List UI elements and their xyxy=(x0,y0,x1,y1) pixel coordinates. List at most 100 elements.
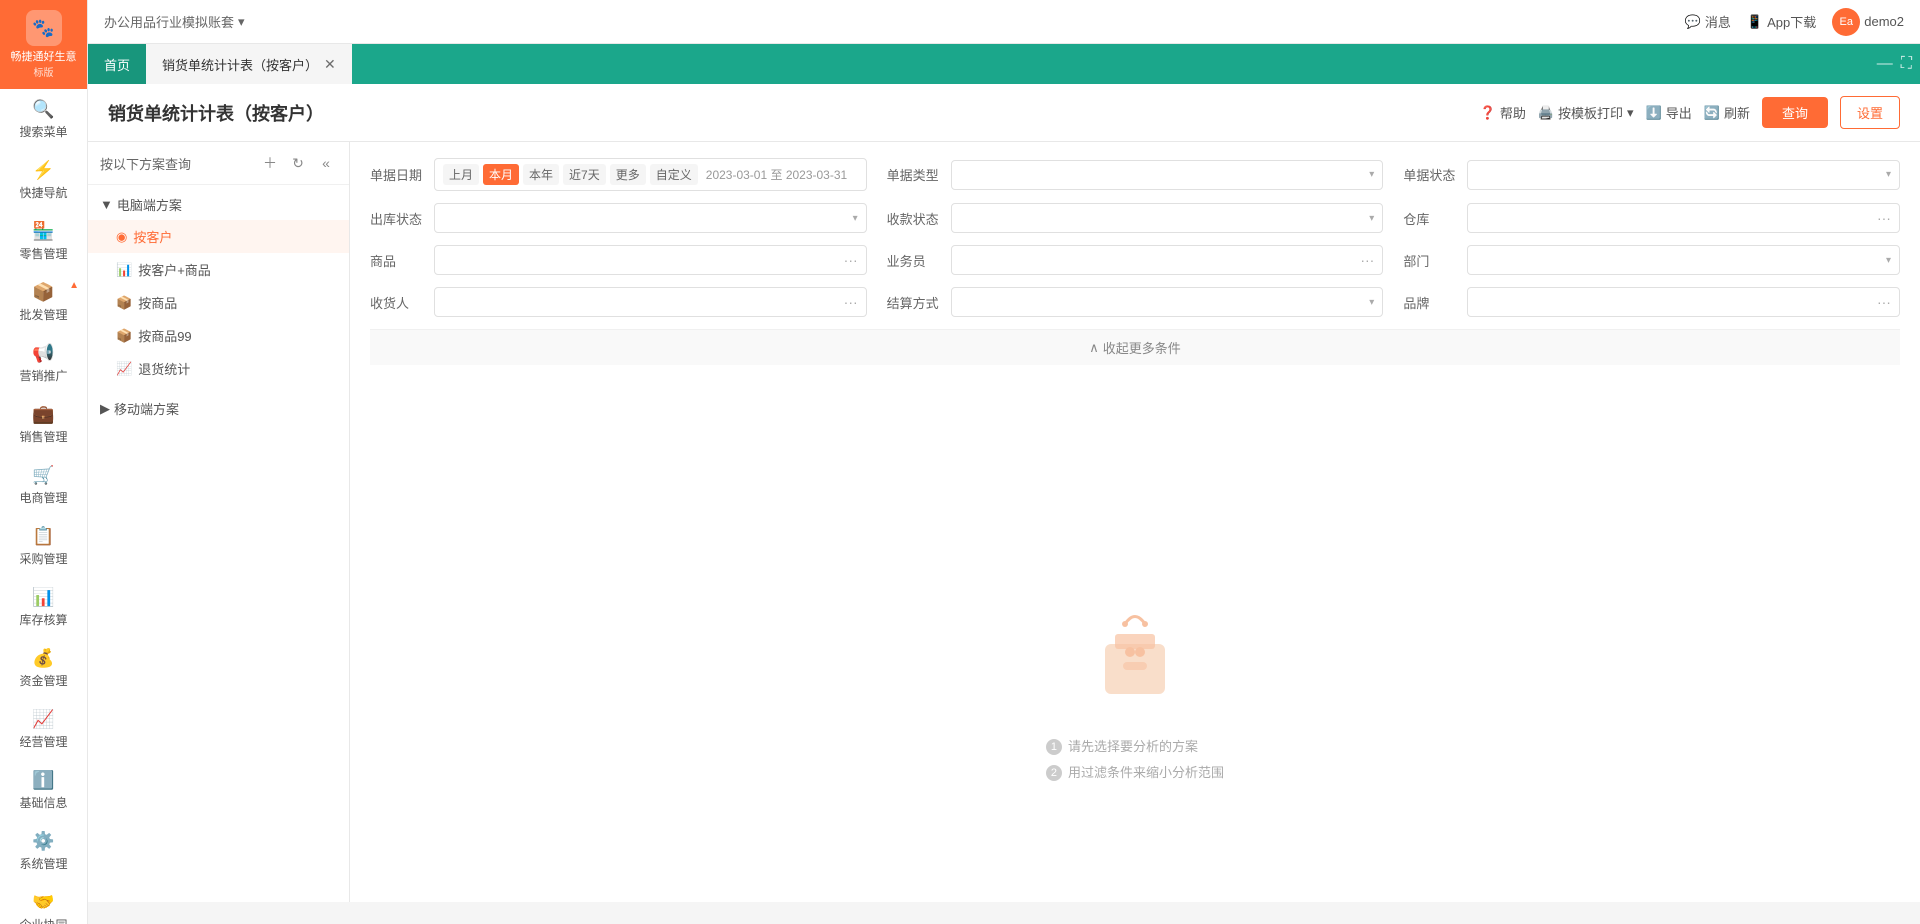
scheme-collapse-btn[interactable]: « xyxy=(315,152,337,174)
scheme-header-title: 按以下方案查询 xyxy=(100,154,191,173)
sidebar-item-purchase[interactable]: 📋 采购管理 xyxy=(0,516,87,577)
query-btn[interactable]: 查询 xyxy=(1762,97,1828,128)
message-icon: 💬 xyxy=(1685,14,1701,30)
sidebar-item-system[interactable]: ⚙️ 系统管理 xyxy=(0,821,87,882)
sidebar-nav[interactable]: ⚡ 快捷导航 xyxy=(0,150,87,211)
app-download-icon: 📱 xyxy=(1747,14,1763,30)
dept-label: 部门 xyxy=(1403,251,1459,270)
sidebar-item-retail[interactable]: 🏪 零售管理 xyxy=(0,211,87,272)
staff-inner: ··· xyxy=(960,252,1375,268)
receipt-status-arrow-icon: ▾ xyxy=(1369,213,1374,224)
staff-control[interactable]: ··· xyxy=(951,245,1384,275)
page-actions: ❓ 帮助 🖨️ 按模板打印 ▾ ⬇️ 导出 🔄 刷新 xyxy=(1480,96,1900,141)
tab-sales-stat[interactable]: 销货单统计计表（按客户） ✕ xyxy=(146,44,352,84)
sidebar-item-finance[interactable]: 💰 资金管理 xyxy=(0,638,87,699)
filter-row-3: 商品 ··· 业务员 xyxy=(370,245,1900,275)
date-last-month[interactable]: 上月 xyxy=(443,164,479,185)
sidebar-item-inventory[interactable]: 📊 库存核算 xyxy=(0,577,87,638)
by-goods-99-icon: 📦 xyxy=(116,328,132,344)
collapse-label: 收起更多条件 xyxy=(1103,338,1181,357)
filter-receipt-status-row: 收款状态 ▾ xyxy=(887,203,1384,233)
page-content: 销货单统计计表（按客户） ❓ 帮助 🖨️ 按模板打印 ▾ ⬇️ 导出 xyxy=(88,84,1920,924)
account-dropdown[interactable]: 办公用品行业模拟账套 ▾ xyxy=(104,12,245,31)
sidebar-item-ops[interactable]: 📈 经营管理 xyxy=(0,699,87,760)
app-name: 畅捷通好生意 xyxy=(11,50,77,64)
return-stat-label: 退货统计 xyxy=(138,359,190,378)
sidebar-search[interactable]: 🔍 搜索菜单 xyxy=(0,89,87,150)
date-this-month[interactable]: 本月 xyxy=(483,164,519,185)
filter-staff-row: 业务员 ··· xyxy=(887,245,1384,275)
order-status-control[interactable]: ▾ xyxy=(1467,160,1900,190)
receiver-control[interactable]: ··· xyxy=(434,287,867,317)
user-name: demo2 xyxy=(1864,14,1904,29)
scheme-refresh-btn[interactable]: ↻ xyxy=(287,152,309,174)
collapse-btn[interactable]: ∧ 收起更多条件 xyxy=(370,329,1900,365)
mobile-group-label: 移动端方案 xyxy=(114,399,179,418)
empty-tips: 1 请先选择要分析的方案 2 用过滤条件来缩小分析范围 xyxy=(1046,734,1224,786)
purchase-icon: 📋 xyxy=(32,526,54,547)
refresh-btn[interactable]: 🔄 刷新 xyxy=(1704,103,1750,122)
sidebar-item-corp[interactable]: 🤝 企业协同 xyxy=(0,882,87,924)
full-content: 销货单统计计表（按客户） ❓ 帮助 🖨️ 按模板打印 ▾ ⬇️ 导出 xyxy=(88,84,1920,924)
content-wrapper: 按以下方案查询 ＋ ↻ « ▼ 电脑端方案 xyxy=(88,142,1920,902)
empty-state: 1 请先选择要分析的方案 2 用过滤条件来缩小分析范围 xyxy=(350,478,1920,902)
scheme-item-by-goods[interactable]: 📦 按商品 xyxy=(88,286,349,319)
out-status-control[interactable]: ▾ xyxy=(434,203,867,233)
brand-control[interactable]: ··· xyxy=(1467,287,1900,317)
order-type-control[interactable]: ▾ xyxy=(951,160,1384,190)
export-btn[interactable]: ⬇️ 导出 xyxy=(1646,103,1692,122)
by-customer-label: 按客户 xyxy=(133,227,172,246)
main-area: 办公用品行业模拟账套 ▾ 💬 消息 📱 App下载 Ea demo2 首页 xyxy=(88,0,1920,924)
tab-maximize-icon[interactable]: ⛶ xyxy=(1901,55,1912,73)
sidebar-item-ecom[interactable]: 🛒 电商管理 xyxy=(0,455,87,516)
inventory-label: 库存核算 xyxy=(19,611,67,628)
tab-minimize-icon[interactable]: — xyxy=(1877,55,1893,73)
date-more[interactable]: 更多 xyxy=(610,164,646,185)
print-btn[interactable]: 🖨️ 按模板打印 ▾ xyxy=(1538,103,1634,122)
sidebar-item-marketing[interactable]: 📢 营销推广 xyxy=(0,333,87,394)
date-7days[interactable]: 近7天 xyxy=(563,164,606,185)
warehouse-control[interactable]: ··· xyxy=(1467,203,1900,233)
date-custom[interactable]: 自定义 xyxy=(650,164,698,185)
goods-control[interactable]: ··· xyxy=(434,245,867,275)
tip-num-1: 1 xyxy=(1046,739,1062,755)
wholesale-icon: 📦 xyxy=(32,282,54,303)
basic-label: 基础信息 xyxy=(19,794,67,811)
warehouse-label: 仓库 xyxy=(1403,209,1459,228)
tab-home[interactable]: 首页 xyxy=(88,44,146,84)
user-info[interactable]: Ea demo2 xyxy=(1832,8,1904,36)
filter-warehouse-row: 仓库 ··· xyxy=(1403,203,1900,233)
settle-control[interactable]: ▾ xyxy=(951,287,1384,317)
scheme-item-by-customer-goods[interactable]: 📊 按客户+商品 xyxy=(88,253,349,286)
dept-control[interactable]: ▾ xyxy=(1467,245,1900,275)
out-status-arrow-icon: ▾ xyxy=(853,213,858,224)
date-this-year[interactable]: 本年 xyxy=(523,164,559,185)
scheme-item-return-stat[interactable]: 📈 退货统计 xyxy=(88,352,349,385)
filter-order-status-row: 单据状态 ▾ xyxy=(1403,158,1900,191)
scheme-item-by-customer[interactable]: ◉ 按客户 xyxy=(88,220,349,253)
help-icon: ❓ xyxy=(1480,105,1496,121)
warehouse-dots: ··· xyxy=(1877,210,1891,226)
sidebar-item-basic[interactable]: ℹ️ 基础信息 xyxy=(0,760,87,821)
app-subtitle: 标版 xyxy=(34,64,54,79)
out-status-label: 出库状态 xyxy=(370,209,426,228)
settings-btn[interactable]: 设置 xyxy=(1840,96,1900,129)
scheme-mobile-group: ▶ 移动端方案 xyxy=(88,389,349,428)
app-download-btn[interactable]: 📱 App下载 xyxy=(1747,12,1816,31)
scheme-add-btn[interactable]: ＋ xyxy=(259,152,281,174)
return-stat-icon: 📈 xyxy=(116,361,132,377)
scheme-desktop-header[interactable]: ▼ 电脑端方案 xyxy=(88,189,349,220)
scheme-item-by-goods-99[interactable]: 📦 按商品99 xyxy=(88,319,349,352)
sidebar-item-sales[interactable]: 💼 销售管理 xyxy=(0,394,87,455)
help-btn[interactable]: ❓ 帮助 xyxy=(1480,103,1526,122)
scheme-mobile-header[interactable]: ▶ 移动端方案 xyxy=(88,393,349,424)
filter-goods-row: 商品 ··· xyxy=(370,245,867,275)
date-filter-control[interactable]: 上月 本月 本年 近7天 更多 自定义 2023-03-01 至 2023-03… xyxy=(434,158,867,191)
sidebar-item-wholesale[interactable]: 📦 批发管理 ▲ xyxy=(0,272,87,333)
message-btn[interactable]: 💬 消息 xyxy=(1685,12,1731,31)
dropdown-arrow-icon: ▾ xyxy=(238,14,245,30)
tab-close-icon[interactable]: ✕ xyxy=(324,57,336,71)
receipt-status-control[interactable]: ▾ xyxy=(951,203,1384,233)
finance-icon: 💰 xyxy=(32,648,54,669)
header-left: 办公用品行业模拟账套 ▾ xyxy=(104,12,245,31)
